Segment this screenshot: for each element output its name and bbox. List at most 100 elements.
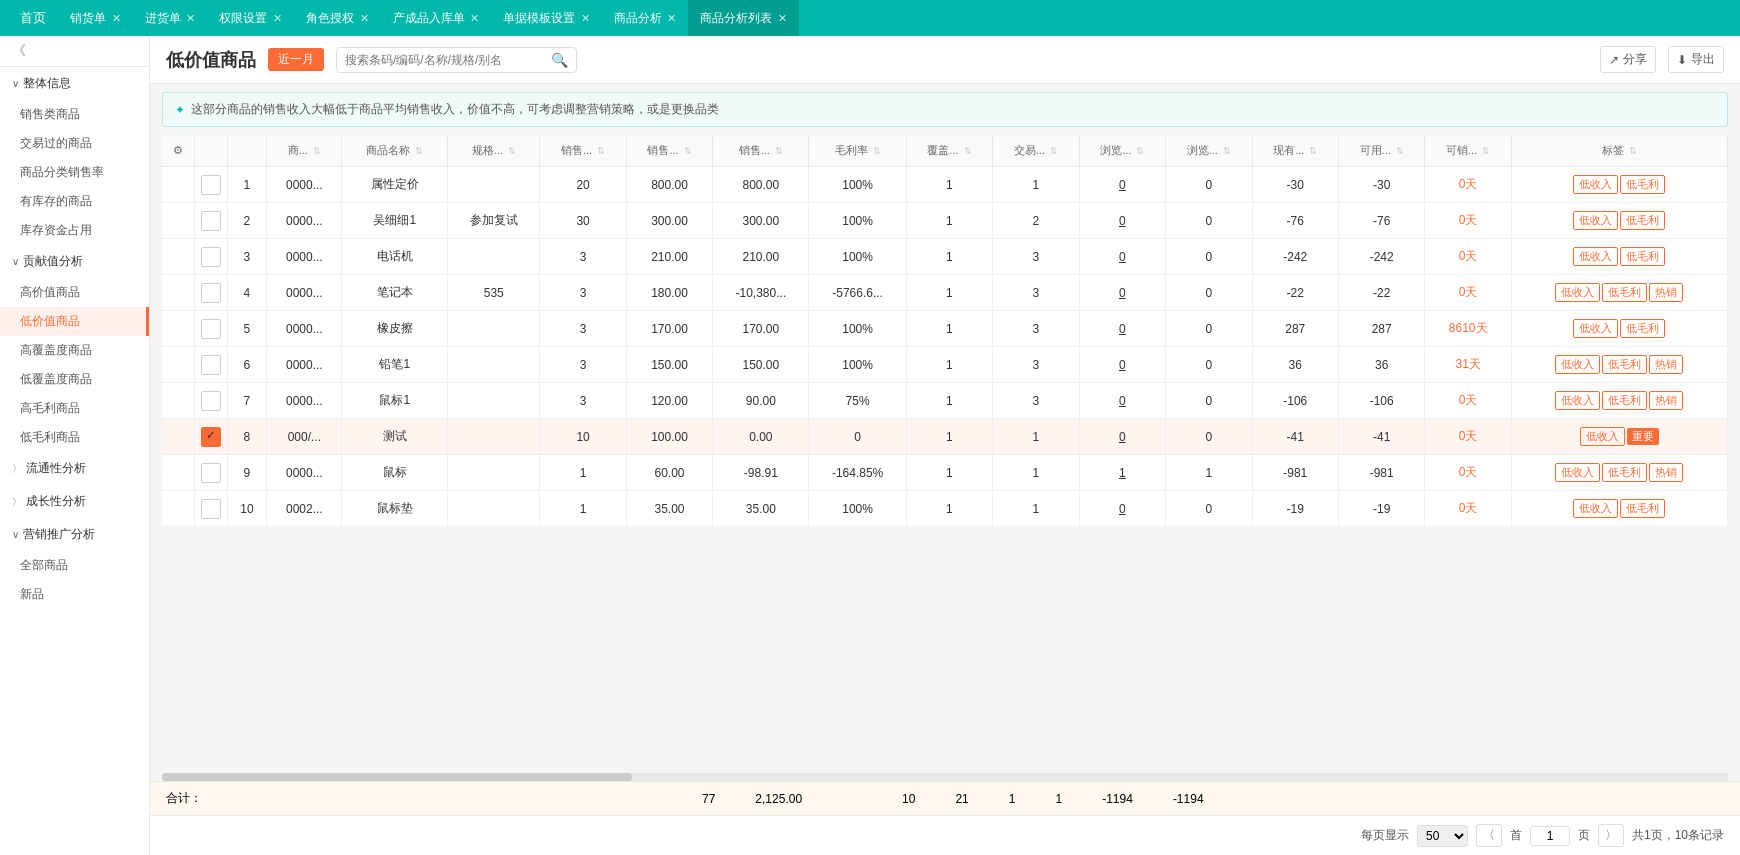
sidebar-item-sales-products[interactable]: 销售类商品 xyxy=(0,100,149,129)
col-checkbox-cell[interactable] xyxy=(194,167,227,203)
sidebar-item-new-products[interactable]: 新品 xyxy=(0,580,149,609)
col-spec-cell xyxy=(448,455,540,491)
search-input[interactable] xyxy=(345,53,545,67)
sidebar-item-low-value[interactable]: 低价值商品 xyxy=(0,307,149,336)
per-page-select[interactable]: 50 100 200 xyxy=(1417,825,1468,847)
row-checkbox[interactable]: ✓ xyxy=(201,427,221,447)
search-icon[interactable]: 🔍 xyxy=(551,52,568,68)
row-checkbox[interactable] xyxy=(201,355,221,375)
row-checkbox[interactable] xyxy=(201,211,221,231)
col-sales-price-cell: 210.00 xyxy=(713,239,809,275)
nav-sales[interactable]: 销货单 ✕ xyxy=(58,0,133,36)
sidebar-collapse-btn[interactable]: 《 xyxy=(8,42,30,60)
col-sales-amount-cell: 60.00 xyxy=(626,455,712,491)
sidebar-item-traded-products[interactable]: 交易过的商品 xyxy=(0,129,149,158)
col-available-stock-cell: -242 xyxy=(1338,239,1424,275)
nav-roles[interactable]: 角色授权 ✕ xyxy=(294,0,381,36)
nav-product-list-close[interactable]: ✕ xyxy=(778,12,787,24)
col-checkbox-cell[interactable] xyxy=(194,491,227,527)
col-checkbox-cell[interactable] xyxy=(194,275,227,311)
sidebar-item-low-margin[interactable]: 低毛利商品 xyxy=(0,423,149,452)
col-views1-cell[interactable]: 0 xyxy=(1079,491,1165,527)
sidebar-section-liquidity[interactable]: 〉 流通性分析 xyxy=(0,452,149,485)
row-checkbox[interactable] xyxy=(201,391,221,411)
nav-permissions[interactable]: 权限设置 ✕ xyxy=(207,0,294,36)
col-checkbox-cell[interactable] xyxy=(194,383,227,419)
nav-product-analysis[interactable]: 商品分析 ✕ xyxy=(602,0,689,36)
sidebar-item-stock-products[interactable]: 有库存的商品 xyxy=(0,187,149,216)
col-available-stock-cell: -981 xyxy=(1338,455,1424,491)
nav-product-analysis-list[interactable]: 商品分析列表 ✕ xyxy=(688,0,799,36)
col-views1-cell[interactable]: 0 xyxy=(1079,275,1165,311)
nav-product-analysis-close[interactable]: ✕ xyxy=(667,12,676,24)
first-page-btn[interactable]: 〈 xyxy=(1476,824,1502,847)
col-views2-cell: 0 xyxy=(1166,491,1252,527)
sidebar-item-high-margin[interactable]: 高毛利商品 xyxy=(0,394,149,423)
nav-permissions-close[interactable]: ✕ xyxy=(273,12,282,24)
col-sales-qty-cell: 3 xyxy=(540,239,626,275)
col-checkbox-cell[interactable] xyxy=(194,239,227,275)
col-current-stock-cell: -30 xyxy=(1252,167,1338,203)
col-coverage-cell: 1 xyxy=(906,167,992,203)
col-sales-qty-cell: 1 xyxy=(540,491,626,527)
nav-home[interactable]: 首页 xyxy=(8,0,58,36)
col-views1-cell[interactable]: 1 xyxy=(1079,455,1165,491)
row-checkbox[interactable] xyxy=(201,319,221,339)
sidebar-section-overall[interactable]: ∨ 整体信息 xyxy=(0,67,149,100)
row-checkbox[interactable] xyxy=(201,175,221,195)
next-page-btn[interactable]: 〉 xyxy=(1598,824,1624,847)
table-row: 1 0000... 属性定价 20 800.00 800.00 100% 1 1… xyxy=(162,167,1728,203)
row-checkbox[interactable] xyxy=(201,463,221,483)
scrollbar-thumb[interactable] xyxy=(162,773,632,781)
col-transactions-cell: 3 xyxy=(993,383,1079,419)
nav-warehouse-close[interactable]: ✕ xyxy=(470,12,479,24)
col-views1-cell[interactable]: 0 xyxy=(1079,203,1165,239)
page-input[interactable] xyxy=(1530,826,1570,846)
col-tags-cell: 低收入低毛利热销 xyxy=(1511,455,1727,491)
row-checkbox[interactable] xyxy=(201,499,221,519)
nav-purchase-close[interactable]: ✕ xyxy=(186,12,195,24)
nav-warehouse[interactable]: 产成品入库单 ✕ xyxy=(381,0,492,36)
col-views1-cell[interactable]: 0 xyxy=(1079,383,1165,419)
sidebar-section-marketing[interactable]: ∨ 营销推广分析 xyxy=(0,518,149,551)
sidebar-item-all-products[interactable]: 全部商品 xyxy=(0,551,149,580)
col-sales-price: 销售... ⇅ xyxy=(713,135,809,167)
col-coverage-cell: 1 xyxy=(906,383,992,419)
col-transactions: 交易... ⇅ xyxy=(993,135,1079,167)
filter-button[interactable]: 近一月 xyxy=(268,48,324,71)
table-row: 6 0000... 铅笔1 3 150.00 150.00 100% 1 3 0… xyxy=(162,347,1728,383)
col-views2-cell: 0 xyxy=(1166,167,1252,203)
nav-purchase[interactable]: 进货单 ✕ xyxy=(133,0,208,36)
col-checkbox-cell[interactable] xyxy=(194,347,227,383)
col-checkbox-cell[interactable]: ✓ xyxy=(194,419,227,455)
col-checkbox-cell[interactable] xyxy=(194,203,227,239)
nav-template[interactable]: 单据模板设置 ✕ xyxy=(491,0,602,36)
col-sales-amount-cell: 100.00 xyxy=(626,419,712,455)
row-checkbox[interactable] xyxy=(201,247,221,267)
col-views1-cell[interactable]: 0 xyxy=(1079,239,1165,275)
nav-template-close[interactable]: ✕ xyxy=(581,12,590,24)
nav-roles-close[interactable]: ✕ xyxy=(360,12,369,24)
col-spec-cell xyxy=(448,419,540,455)
col-checkbox-cell[interactable] xyxy=(194,311,227,347)
col-views1-cell[interactable]: 0 xyxy=(1079,311,1165,347)
sidebar-item-low-coverage[interactable]: 低覆盖度商品 xyxy=(0,365,149,394)
sidebar-item-high-coverage[interactable]: 高覆盖度商品 xyxy=(0,336,149,365)
col-checkbox-cell[interactable] xyxy=(194,455,227,491)
sidebar-section-growth[interactable]: 〉 成长性分析 xyxy=(0,485,149,518)
sidebar-item-high-value[interactable]: 高价值商品 xyxy=(0,278,149,307)
sidebar-item-stock-funds[interactable]: 库存资金占用 xyxy=(0,216,149,245)
row-checkbox[interactable] xyxy=(201,283,221,303)
col-settings[interactable]: ⚙ xyxy=(162,135,194,167)
share-button[interactable]: ↗ 分享 xyxy=(1600,46,1656,73)
nav-sales-close[interactable]: ✕ xyxy=(112,12,121,24)
table-wrapper[interactable]: ⚙ 商... ⇅ 商品名称 ⇅ 规格... ⇅ 销售... ⇅ 销售... ⇅ … xyxy=(150,135,1740,773)
export-button[interactable]: ⬇ 导出 xyxy=(1668,46,1724,73)
product-tag: 热销 xyxy=(1649,391,1683,410)
col-views1-cell[interactable]: 0 xyxy=(1079,419,1165,455)
col-views1-cell[interactable]: 0 xyxy=(1079,167,1165,203)
sidebar-section-contribution[interactable]: ∨ 贡献值分析 xyxy=(0,245,149,278)
sidebar-item-category-sales[interactable]: 商品分类销售率 xyxy=(0,158,149,187)
horizontal-scrollbar[interactable] xyxy=(162,773,1728,781)
col-views1-cell[interactable]: 0 xyxy=(1079,347,1165,383)
